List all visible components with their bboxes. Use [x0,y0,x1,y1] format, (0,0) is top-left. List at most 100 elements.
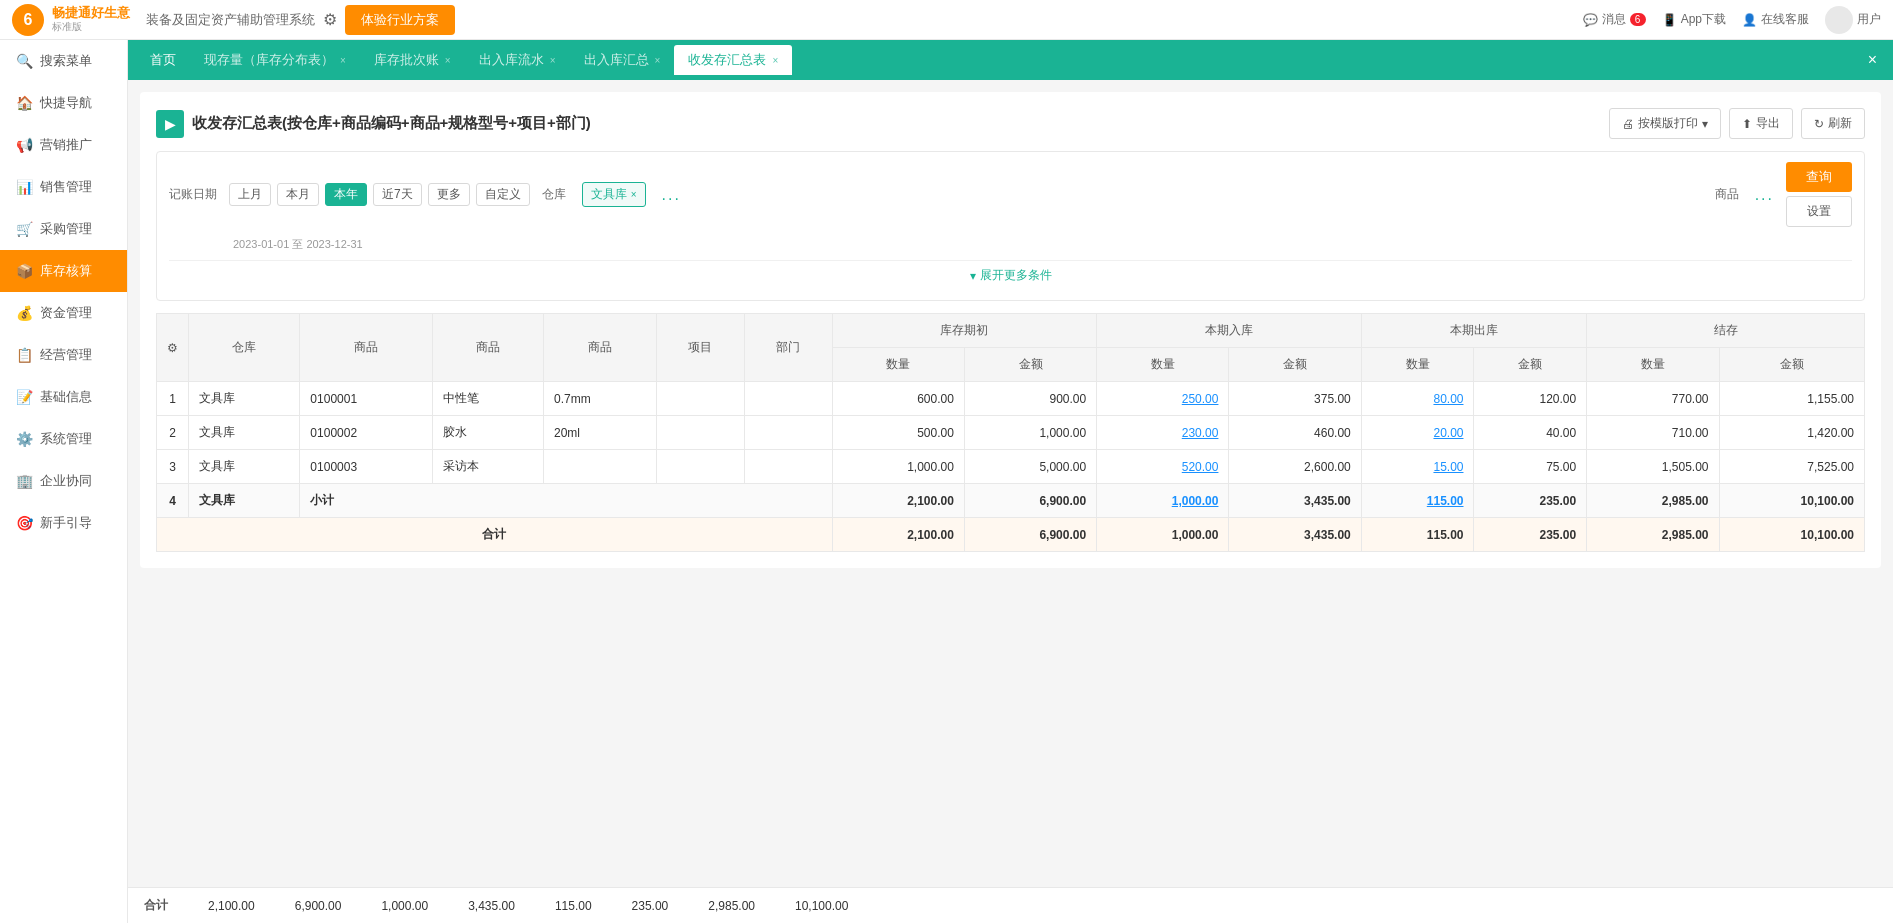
out-qty-link[interactable]: 20.00 [1433,426,1463,440]
st-bal-qty: 2,985.00 [1587,484,1719,518]
tab-recv-send-summary-label: 收发存汇总表 [688,51,766,69]
cell-out-amt: 75.00 [1474,450,1587,484]
user-item[interactable]: 用户 [1825,6,1881,34]
tab-in-out-flow[interactable]: 出入库流水 × [465,45,570,75]
tab-home[interactable]: 首页 [136,45,190,75]
tab-in-out-summary[interactable]: 出入库汇总 × [570,45,675,75]
date-btn-7days[interactable]: 近7天 [373,183,422,206]
refresh-btn-label: 刷新 [1828,115,1852,132]
sidebar-item-basic-info[interactable]: 📝 基础信息 [0,376,127,418]
main-page-card: ▶ 收发存汇总表(按仓库+商品编码+商品+规格型号+项目+部门) 🖨 按模版打印… [140,92,1881,568]
cell-in-qty[interactable]: 250.00 [1097,382,1229,416]
out-qty-link[interactable]: 80.00 [1433,392,1463,406]
expand-more-btn[interactable]: ▾ 展开更多条件 [169,260,1852,290]
trial-button[interactable]: 体验行业方案 [345,5,455,35]
sidebar-item-finance[interactable]: 💰 资金管理 [0,292,127,334]
th-settings[interactable]: ⚙ [157,314,189,382]
sidebar-item-enterprise[interactable]: 🏢 企业协同 [0,460,127,502]
cell-out-qty[interactable]: 15.00 [1361,450,1474,484]
date-label: 记账日期 [169,186,217,203]
top-settings-icon[interactable]: ⚙ [323,10,337,29]
date-btn-this-year[interactable]: 本年 [325,183,367,206]
service-icon: 👤 [1742,13,1757,27]
tab-batch-account[interactable]: 库存批次账 × [360,45,465,75]
message-label: 消息 [1602,11,1626,28]
sidebar-item-marketing[interactable]: 📢 营销推广 [0,124,127,166]
tab-inventory-dist-label: 现存量（库存分布表） [204,51,334,69]
printer-icon: 🖨 [1622,117,1634,131]
sidebar-item-guide[interactable]: 🎯 新手引导 [0,502,127,544]
cell-bal-amt: 1,420.00 [1719,416,1864,450]
sidebar-item-purchase[interactable]: 🛒 采购管理 [0,208,127,250]
cell-bal-amt: 7,525.00 [1719,450,1864,484]
cell-name: 中性笔 [432,382,543,416]
tab-bar-close[interactable]: × [1860,51,1885,69]
export-btn[interactable]: ⬆ 导出 [1729,108,1793,139]
goods-dots[interactable]: ... [1755,186,1774,204]
warehouse-tag-remove[interactable]: × [631,189,637,200]
purchase-icon: 🛒 [16,221,32,237]
tab-recv-send-summary[interactable]: 收发存汇总表 × [674,45,792,75]
sidebar-item-operations[interactable]: 📋 经营管理 [0,334,127,376]
brand-logo: 6 [12,4,44,36]
goods-label: 商品 [1715,186,1739,203]
in-qty-link[interactable]: 250.00 [1182,392,1219,406]
refresh-btn[interactable]: ↻ 刷新 [1801,108,1865,139]
cell-warehouse: 文具库 [189,450,300,484]
st-num: 4 [157,484,189,518]
cell-in-qty[interactable]: 520.00 [1097,450,1229,484]
message-badge: 6 [1630,13,1646,26]
collapse-btn[interactable]: ▶ [156,110,184,138]
cell-spec [544,450,657,484]
cell-spec: 0.7mm [544,382,657,416]
sidebar-item-sales[interactable]: 📊 销售管理 [0,166,127,208]
cell-spec: 20ml [544,416,657,450]
filter-bar: 记账日期 上月 本月 本年 近7天 更多 自定义 仓库 [169,162,1852,227]
tab-inventory-dist[interactable]: 现存量（库存分布表） × [190,45,360,75]
footer-out-qty: 115.00 [555,899,592,913]
tab-recv-send-summary-close[interactable]: × [772,55,778,66]
cell-out-qty[interactable]: 80.00 [1361,382,1474,416]
footer-open-amt: 6,900.00 [295,899,342,913]
online-service-item[interactable]: 👤 在线客服 [1742,11,1809,28]
cell-out-qty[interactable]: 20.00 [1361,416,1474,450]
message-icon: 💬 [1583,13,1598,27]
enterprise-icon: 🏢 [16,473,32,489]
date-btn-custom[interactable]: 自定义 [476,183,530,206]
tab-batch-account-close[interactable]: × [445,55,451,66]
sidebar-item-search[interactable]: 🔍 搜索菜单 [0,40,127,82]
page-content: ▶ 收发存汇总表(按仓库+商品编码+商品+规格型号+项目+部门) 🖨 按模版打印… [128,80,1893,923]
cell-in-qty[interactable]: 230.00 [1097,416,1229,450]
sidebar-item-quick-nav[interactable]: 🏠 快捷导航 [0,82,127,124]
print-btn[interactable]: 🖨 按模版打印 ▾ [1609,108,1721,139]
query-btn[interactable]: 查询 [1786,162,1852,192]
main-area: 🔍 搜索菜单 🏠 快捷导航 📢 营销推广 📊 销售管理 🛒 采购管 [0,40,1893,923]
tab-in-out-flow-close[interactable]: × [550,55,556,66]
th-in-qty: 数量 [1097,348,1229,382]
basic-info-icon: 📝 [16,389,32,405]
sidebar-label-inventory: 库存核算 [40,262,92,280]
message-item[interactable]: 💬 消息 6 [1583,11,1646,28]
tab-inventory-dist-close[interactable]: × [340,55,346,66]
chevron-down-icon: ▾ [1702,117,1708,131]
out-qty-link[interactable]: 15.00 [1433,460,1463,474]
warehouse-tag-text: 文具库 [591,186,627,203]
warehouse-dots[interactable]: ... [662,186,681,204]
date-btn-last-month[interactable]: 上月 [229,183,271,206]
filter-settings-btn[interactable]: 设置 [1786,196,1852,227]
cell-code: 0100003 [300,450,432,484]
brand-text: 畅捷通好生意 标准版 [52,5,130,35]
tab-in-out-summary-close[interactable]: × [655,55,661,66]
sidebar-item-inventory[interactable]: 📦 库存核算 [0,250,127,292]
date-btn-more[interactable]: 更多 [428,183,470,206]
cell-dept [744,382,832,416]
footer-bal-qty: 2,985.00 [708,899,755,913]
in-qty-link[interactable]: 230.00 [1182,426,1219,440]
date-btn-this-month[interactable]: 本月 [277,183,319,206]
st-label: 小计 [300,484,832,518]
sidebar-label-sales: 销售管理 [40,178,92,196]
sidebar-item-system[interactable]: ⚙️ 系统管理 [0,418,127,460]
app-download-item[interactable]: 📱 App下载 [1662,11,1726,28]
table-row: 3 文具库 0100003 采访本 1,000.00 5,000.00 520.… [157,450,1865,484]
in-qty-link[interactable]: 520.00 [1182,460,1219,474]
